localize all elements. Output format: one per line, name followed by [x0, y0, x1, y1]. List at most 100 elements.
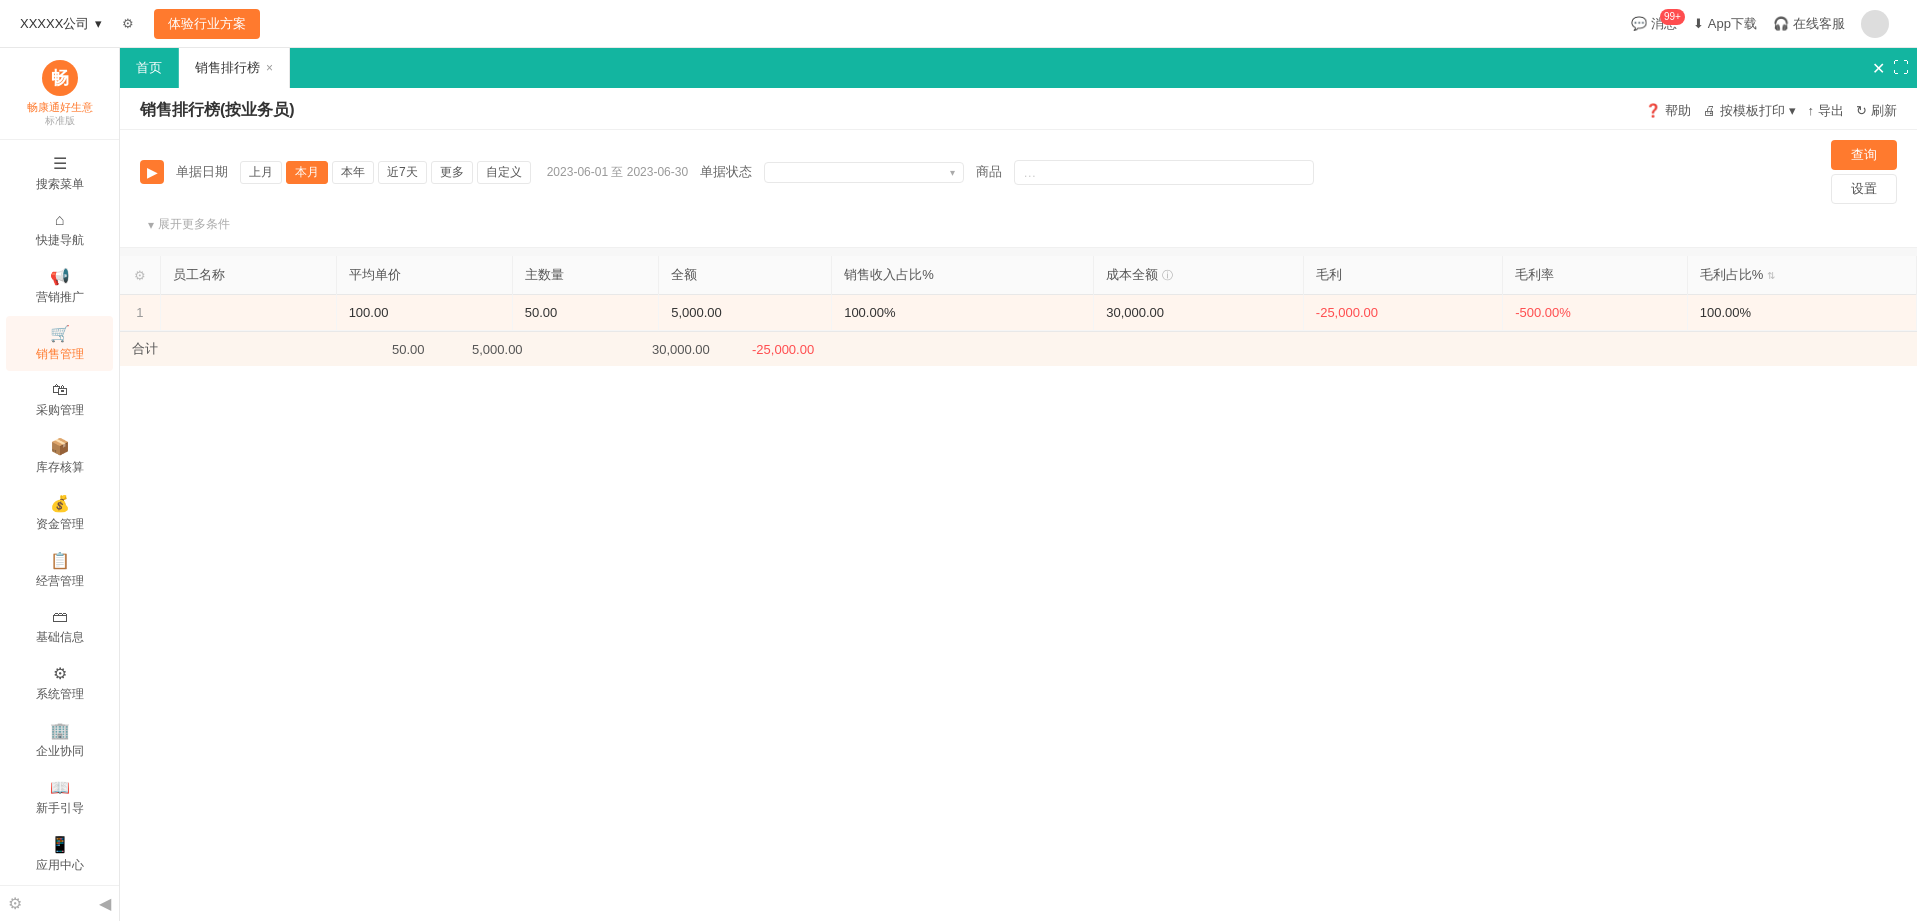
sidebar-item-label: 库存核算: [36, 459, 84, 476]
footer-label: 合计: [132, 340, 300, 358]
cell-total: 5,000.00: [659, 295, 832, 331]
status-label: 单据状态: [700, 163, 752, 181]
tab-bar-right: ✕ ⛶: [1872, 59, 1917, 78]
date-btn-上月[interactable]: 上月: [240, 161, 282, 184]
app-download-btn[interactable]: ⬇ App下载: [1693, 15, 1757, 33]
sidebar-item-label: 销售管理: [36, 346, 84, 363]
cost-info-icon[interactable]: ⓘ: [1162, 269, 1173, 281]
print-template-btn[interactable]: 🖨 按模板打印 ▾: [1703, 102, 1796, 120]
tab-close-icon[interactable]: ×: [266, 61, 273, 75]
avatar[interactable]: [1861, 10, 1889, 38]
sidebar-item-label: 系统管理: [36, 686, 84, 703]
sidebar-item-system[interactable]: ⚙ 系统管理: [6, 656, 113, 711]
date-btn-更多[interactable]: 更多: [431, 161, 473, 184]
sidebar-item-finance[interactable]: 💰 资金管理: [6, 486, 113, 541]
date-btn-近7天[interactable]: 近7天: [378, 161, 427, 184]
page-actions: ❓ 帮助 🖨 按模板打印 ▾ ↑ 导出 ↻ 刷新: [1645, 102, 1898, 120]
gross-pct-sort-icon[interactable]: ⇅: [1767, 270, 1775, 281]
sidebar-item-apps[interactable]: 📱 应用中心: [6, 827, 113, 882]
chevron-down-icon: ▾: [95, 16, 102, 31]
purchase-icon: 🛍: [52, 381, 68, 399]
trial-button[interactable]: 体验行业方案: [154, 9, 260, 39]
help-btn[interactable]: ❓ 帮助: [1645, 102, 1691, 120]
footer-total: 5,000.00: [460, 342, 560, 357]
date-btn-自定义[interactable]: 自定义: [477, 161, 531, 184]
sidebar-item-search[interactable]: ☰ 搜索菜单: [6, 146, 113, 201]
tab-bar: 首页 销售排行榜 × ✕ ⛶: [120, 48, 1917, 88]
sidebar-item-label: 营销推广: [36, 289, 84, 306]
col-name: 员工名称: [160, 256, 336, 295]
col-settings[interactable]: ⚙: [120, 256, 160, 295]
message-btn[interactable]: 💬 消息 99+: [1631, 15, 1677, 33]
sidebar-item-inventory[interactable]: 📦 库存核算: [6, 429, 113, 484]
sidebar-item-enterprise[interactable]: 🏢 企业协同: [6, 713, 113, 768]
cell-sales-pct: 100.00%: [832, 295, 1094, 331]
sidebar-item-label: 新手引导: [36, 800, 84, 817]
sidebar-item-shortcut[interactable]: ⌂ 快捷导航: [6, 203, 113, 257]
online-service-btn[interactable]: 🎧 在线客服: [1773, 15, 1845, 33]
sidebar-item-label: 经营管理: [36, 573, 84, 590]
status-select[interactable]: ▾: [764, 162, 964, 183]
refresh-btn[interactable]: ↻ 刷新: [1856, 102, 1897, 120]
sidebar-item-operations[interactable]: 📋 经营管理: [6, 543, 113, 598]
cell-gross-rate: -500.00%: [1503, 295, 1688, 331]
system-icon: ⚙: [53, 664, 67, 683]
inventory-icon: 📦: [50, 437, 70, 456]
message-badge: 99+: [1660, 9, 1685, 25]
sidebar-item-marketing[interactable]: 📢 营销推广: [6, 259, 113, 314]
sidebar-item-guide[interactable]: 📖 新手引导: [6, 770, 113, 825]
sidebar: 畅 畅康通好生意 标准版 ☰ 搜索菜单⌂ 快捷导航📢 营销推广🛒 销售管理🛍 采…: [0, 48, 120, 921]
company-selector[interactable]: XXXXX公司 ▾: [12, 11, 110, 37]
sales-icon: 🛒: [50, 324, 70, 343]
cell-qty: 50.00: [512, 295, 658, 331]
goods-input[interactable]: …: [1014, 160, 1314, 185]
expand-chevron-icon: ▾: [148, 218, 154, 232]
sidebar-item-purchase[interactable]: 🛍 采购管理: [6, 373, 113, 427]
date-range-text: 2023-06-01 至 2023-06-30: [547, 164, 688, 181]
sidebar-item-basic[interactable]: 🗃 基础信息: [6, 600, 113, 654]
data-table: ⚙ 员工名称 平均单价 主数量 全额: [120, 256, 1917, 331]
logo-icon: 畅: [42, 60, 78, 96]
export-icon: ↑: [1808, 103, 1815, 118]
help-icon: ❓: [1645, 103, 1661, 118]
cell-avg-price: 100.00: [336, 295, 512, 331]
print-chevron-icon: ▾: [1789, 103, 1796, 118]
col-cost: 成本全额 ⓘ: [1094, 256, 1304, 295]
export-btn[interactable]: ↑ 导出: [1808, 102, 1845, 120]
date-btn-本月[interactable]: 本月: [286, 161, 328, 184]
col-gross: 毛利: [1303, 256, 1502, 295]
collapse-icon[interactable]: ◀: [99, 894, 111, 913]
col-settings-icon[interactable]: ⚙: [134, 268, 146, 283]
close-window-icon[interactable]: ✕: [1872, 59, 1885, 78]
print-icon: 🖨: [1703, 103, 1716, 118]
refresh-icon: ↻: [1856, 103, 1867, 118]
date-btn-本年[interactable]: 本年: [332, 161, 374, 184]
goods-input-placeholder: …: [1023, 165, 1305, 180]
sidebar-nav: ☰ 搜索菜单⌂ 快捷导航📢 营销推广🛒 销售管理🛍 采购管理📦 库存核算💰 资金…: [0, 140, 119, 885]
sidebar-item-label: 快捷导航: [36, 232, 84, 249]
query-button[interactable]: 查询: [1831, 140, 1897, 170]
maximize-icon[interactable]: ⛶: [1893, 59, 1909, 77]
table-footer: 合计 50.00 5,000.00 30,000.00 -25,000.00: [120, 331, 1917, 366]
filter-toggle-btn[interactable]: ▶: [140, 160, 164, 184]
sidebar-item-label: 企业协同: [36, 743, 84, 760]
cell-rank: 1: [120, 295, 160, 331]
guide-icon: 📖: [50, 778, 70, 797]
tab-sales-ranking[interactable]: 销售排行榜 ×: [179, 48, 290, 88]
search-icon: ☰: [53, 154, 67, 173]
settings-button[interactable]: 设置: [1831, 174, 1897, 204]
footer-cost: 30,000.00: [640, 342, 740, 357]
settings-bottom-icon[interactable]: ⚙: [8, 894, 22, 913]
expand-more-btn[interactable]: ▾ 展开更多条件: [140, 212, 1897, 237]
message-icon: 💬: [1631, 16, 1647, 31]
table-header-row: ⚙ 员工名称 平均单价 主数量 全额: [120, 256, 1917, 295]
sidebar-bottom: ⚙ ◀: [0, 885, 119, 921]
sidebar-item-label: 基础信息: [36, 629, 84, 646]
sidebar-item-sales[interactable]: 🛒 销售管理: [6, 316, 113, 371]
filter-row-1: ▶ 单据日期 上月本月本年近7天更多自定义 2023-06-01 至 2023-…: [140, 140, 1897, 204]
tab-home[interactable]: 首页: [120, 48, 179, 88]
date-label: 单据日期: [176, 163, 228, 181]
settings-icon[interactable]: ⚙: [114, 10, 142, 38]
headset-icon: 🎧: [1773, 16, 1789, 31]
enterprise-icon: 🏢: [50, 721, 70, 740]
